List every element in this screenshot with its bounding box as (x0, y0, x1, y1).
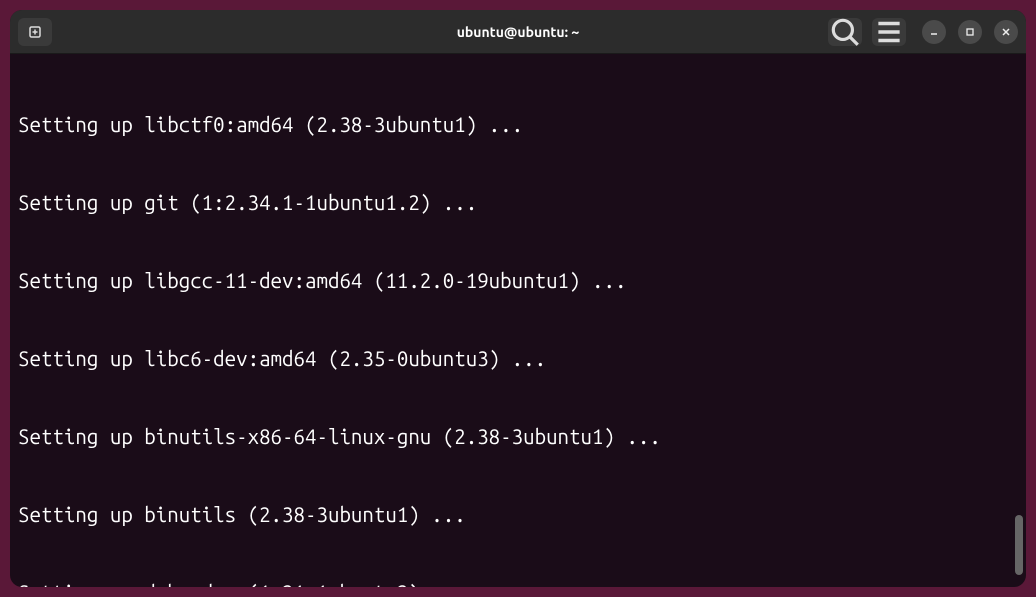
output-line: Setting up libgcc-11-dev:amd64 (11.2.0-1… (18, 268, 1018, 294)
terminal-window: ubuntu@ubuntu: ~ (10, 10, 1026, 587)
output-line: Setting up libc6-dev:amd64 (2.35-0ubuntu… (18, 346, 1018, 372)
new-tab-icon (27, 24, 43, 40)
scrollbar-thumb[interactable] (1015, 515, 1023, 575)
maximize-icon (965, 27, 975, 37)
titlebar: ubuntu@ubuntu: ~ (10, 10, 1026, 54)
output-line: Setting up binutils (2.38-3ubuntu1) ... (18, 502, 1018, 528)
output-line: Setting up git (1:2.34.1-1ubuntu1.2) ... (18, 190, 1018, 216)
scrollbar-track (1015, 70, 1023, 575)
close-button[interactable] (994, 20, 1018, 44)
minimize-button[interactable] (922, 20, 946, 44)
output-line: Setting up dpkg-dev (1.21.1ubuntu2) ... (18, 580, 1018, 587)
hamburger-icon (872, 15, 906, 49)
new-tab-button[interactable] (18, 18, 52, 46)
window-title: ubuntu@ubuntu: ~ (457, 24, 580, 40)
minimize-icon (929, 27, 939, 37)
window-controls (922, 20, 1018, 44)
output-line: Setting up binutils-x86-64-linux-gnu (2.… (18, 424, 1018, 450)
terminal-content[interactable]: Setting up libctf0:amd64 (2.38-3ubuntu1)… (10, 54, 1026, 587)
search-button[interactable] (828, 18, 862, 46)
close-icon (1001, 27, 1011, 37)
titlebar-right (828, 18, 1018, 46)
output-line: Setting up libctf0:amd64 (2.38-3ubuntu1)… (18, 112, 1018, 138)
search-icon (828, 15, 862, 49)
titlebar-left (18, 18, 52, 46)
maximize-button[interactable] (958, 20, 982, 44)
menu-button[interactable] (872, 18, 906, 46)
